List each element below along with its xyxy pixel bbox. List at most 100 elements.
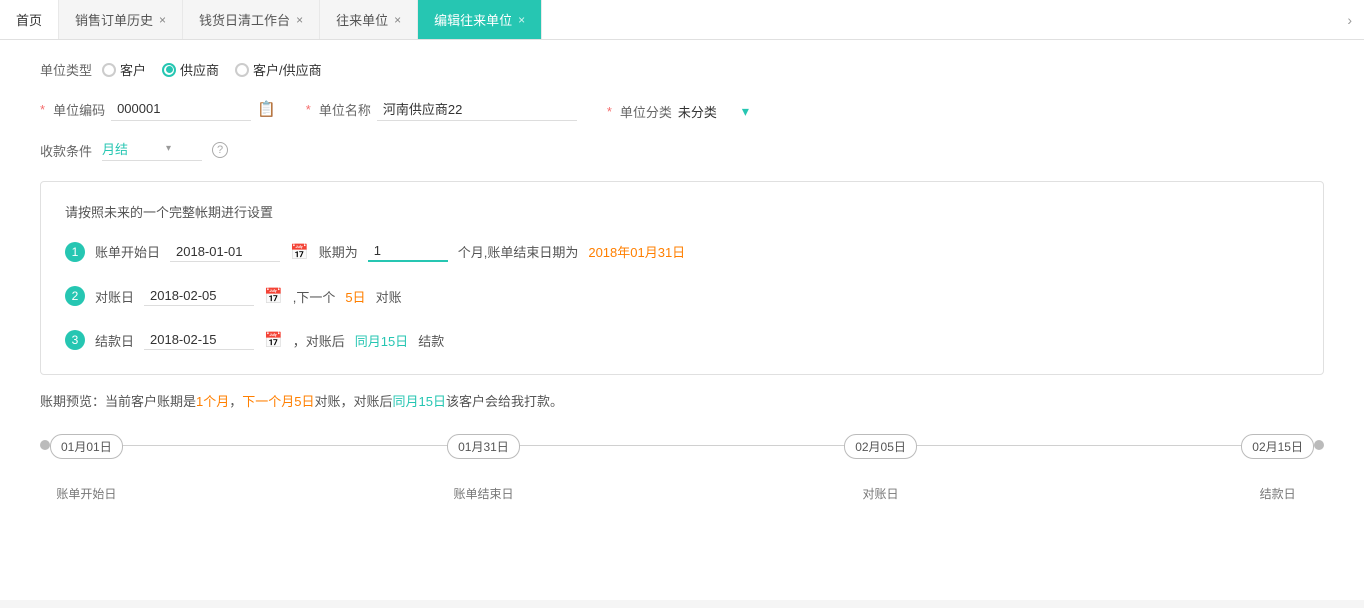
preview-part2: 下一个月5日	[242, 394, 314, 409]
step-3-cal-icon[interactable]: 📅	[264, 331, 283, 349]
preview-part3: 同月15日	[393, 394, 446, 409]
step-2-row: 2 对账日 📅 ,下一个5日对账	[65, 286, 1299, 306]
step-1-label: 账单开始日	[95, 242, 160, 261]
step-3-desc-prefix: ，对账后	[293, 331, 345, 350]
radio-both-label: 客户/供应商	[253, 60, 322, 79]
unit-name-group: * 单位名称	[306, 97, 577, 121]
section-title: 请按照未来的一个完整帐期进行设置	[65, 202, 1299, 221]
unit-code-star: *	[40, 102, 45, 117]
step-1-date-input[interactable]	[170, 242, 280, 262]
tab-home-label: 首页	[16, 10, 42, 29]
step-1-row: 1 账单开始日 📅 账期为 个月,账单结束日期为 2018年01月31日	[65, 241, 1299, 262]
timeline-end-dot	[1314, 440, 1324, 450]
step-2-desc-prefix: ,下一个	[293, 287, 336, 306]
unit-category-dropdown[interactable]: 未分类 ▾	[678, 102, 749, 121]
unit-code-copy-icon[interactable]: 📋	[257, 100, 276, 118]
payment-terms-help-icon[interactable]: ?	[212, 142, 228, 158]
preview-end: 该客户会给我打款。	[446, 394, 563, 409]
step-2-date-input[interactable]	[144, 286, 254, 306]
tab-edit-partner-label: 编辑往来单位	[434, 10, 512, 29]
unit-category-arrow: ▾	[742, 103, 749, 120]
tab-partner-units-label: 往来单位	[336, 10, 388, 29]
unit-info-row: * 单位编码 📋 * 单位名称 * 单位分类 未分类 ▾	[40, 97, 1324, 121]
radio-both[interactable]: 客户/供应商	[235, 60, 322, 79]
step-1-end-date: 2018年01月31日	[588, 242, 685, 261]
timeline-node-2-label: 对账日	[863, 485, 899, 502]
chevron-right-icon: ›	[1347, 12, 1352, 28]
tab-cash-work-label: 钱货日清工作台	[199, 10, 290, 29]
timeline-node-1-label: 账单结束日	[453, 485, 513, 502]
tab-scroll-right[interactable]: ›	[1335, 0, 1364, 39]
unit-code-group: * 单位编码 📋	[40, 97, 276, 121]
main-content: 单位类型 客户 供应商 客户/供应商 * 单位编码 📋 * 单位名称	[0, 40, 1364, 600]
step-1-cal-icon[interactable]: 📅	[290, 243, 309, 261]
timeline-nodes: 01月01日 账单开始日 01月31日 账单结束日 02月05日	[50, 434, 1314, 502]
timeline-node-3: 02月15日 结款日	[1241, 434, 1314, 502]
step-3-desc-highlight: 同月15日	[355, 331, 408, 350]
timeline-start-dot	[40, 440, 50, 450]
payment-terms-value: 月结	[102, 139, 162, 158]
timeline-node-3-label: 结款日	[1260, 485, 1296, 502]
tab-edit-partner[interactable]: 编辑往来单位 ×	[418, 0, 542, 39]
step-1-period-suffix: 个月,账单结束日期为	[458, 242, 579, 261]
payment-terms-arrow: ▾	[166, 143, 171, 154]
radio-customer-circle	[102, 63, 116, 77]
radio-customer-label: 客户	[120, 60, 146, 79]
step-3-desc-suffix: 结款	[418, 331, 444, 350]
step-1-num: 1	[65, 242, 85, 262]
timeline-node-1-pill: 01月31日	[447, 434, 520, 459]
step-1-period-input[interactable]	[368, 241, 448, 262]
radio-supplier-label: 供应商	[180, 60, 219, 79]
preview-label: 账期预览：当前客户账期是	[40, 394, 196, 409]
unit-category-value: 未分类	[678, 102, 738, 121]
payment-terms-row: 收款条件 月结 ▾ ?	[40, 139, 1324, 161]
unit-code-input[interactable]	[111, 97, 251, 121]
timeline-node-0-label: 账单开始日	[56, 485, 116, 502]
radio-customer[interactable]: 客户	[102, 60, 146, 79]
step-3-row: 3 结款日 📅 ，对账后同月15日结款	[65, 330, 1299, 350]
step-2-label: 对账日	[95, 287, 134, 306]
radio-supplier[interactable]: 供应商	[162, 60, 219, 79]
tab-bar: 首页 销售订单历史 × 钱货日清工作台 × 往来单位 × 编辑往来单位 × ›	[0, 0, 1364, 40]
unit-name-label: 单位名称	[319, 100, 371, 119]
unit-type-row: 单位类型 客户 供应商 客户/供应商	[40, 60, 1324, 79]
payment-terms-dropdown[interactable]: 月结 ▾	[102, 139, 202, 161]
radio-both-circle	[235, 63, 249, 77]
unit-type-label: 单位类型	[40, 60, 92, 79]
timeline: 01月01日 账单开始日 01月31日 账单结束日 02月05日	[40, 434, 1324, 502]
preview-part1: 1个月	[196, 394, 229, 409]
unit-category-label: 单位分类	[620, 102, 672, 121]
step-2-desc-highlight: 5日	[345, 287, 365, 306]
tab-partner-units[interactable]: 往来单位 ×	[320, 0, 418, 39]
unit-name-star: *	[306, 102, 311, 117]
tab-sales-history[interactable]: 销售订单历史 ×	[59, 0, 183, 39]
timeline-node-0: 01月01日 账单开始日	[50, 434, 123, 502]
tab-edit-partner-close[interactable]: ×	[518, 13, 525, 27]
tab-sales-history-close[interactable]: ×	[159, 13, 166, 27]
period-settings-section: 请按照未来的一个完整帐期进行设置 1 账单开始日 📅 账期为 个月,账单结束日期…	[40, 181, 1324, 375]
unit-category-group: * 单位分类 未分类 ▾	[607, 102, 749, 121]
step-2-cal-icon[interactable]: 📅	[264, 287, 283, 305]
payment-terms-label: 收款条件	[40, 141, 92, 160]
unit-code-label: 单位编码	[53, 100, 105, 119]
preview-text: 账期预览：当前客户账期是1个月，下一个月5日对账，对账后同月15日该客户会给我打…	[40, 391, 1324, 410]
unit-category-star: *	[607, 104, 612, 119]
tab-sales-history-label: 销售订单历史	[75, 10, 153, 29]
timeline-node-2-pill: 02月05日	[844, 434, 917, 459]
step-2-num: 2	[65, 286, 85, 306]
step-3-label: 结款日	[95, 331, 134, 350]
step-1-period-label: 账期为	[319, 242, 358, 261]
preview-sep2: 对账，对账后	[315, 394, 393, 409]
preview-sep1: ，	[229, 394, 242, 409]
unit-type-radios: 客户 供应商 客户/供应商	[102, 60, 322, 79]
step-3-date-input[interactable]	[144, 330, 254, 350]
timeline-node-1: 01月31日 账单结束日	[447, 434, 520, 502]
timeline-node-2: 02月05日 对账日	[844, 434, 917, 502]
tab-home[interactable]: 首页	[0, 0, 59, 39]
unit-name-input[interactable]	[377, 97, 577, 121]
radio-supplier-circle	[162, 63, 176, 77]
tab-cash-work[interactable]: 钱货日清工作台 ×	[183, 0, 320, 39]
tab-cash-work-close[interactable]: ×	[296, 13, 303, 27]
timeline-node-0-pill: 01月01日	[50, 434, 123, 459]
tab-partner-units-close[interactable]: ×	[394, 13, 401, 27]
